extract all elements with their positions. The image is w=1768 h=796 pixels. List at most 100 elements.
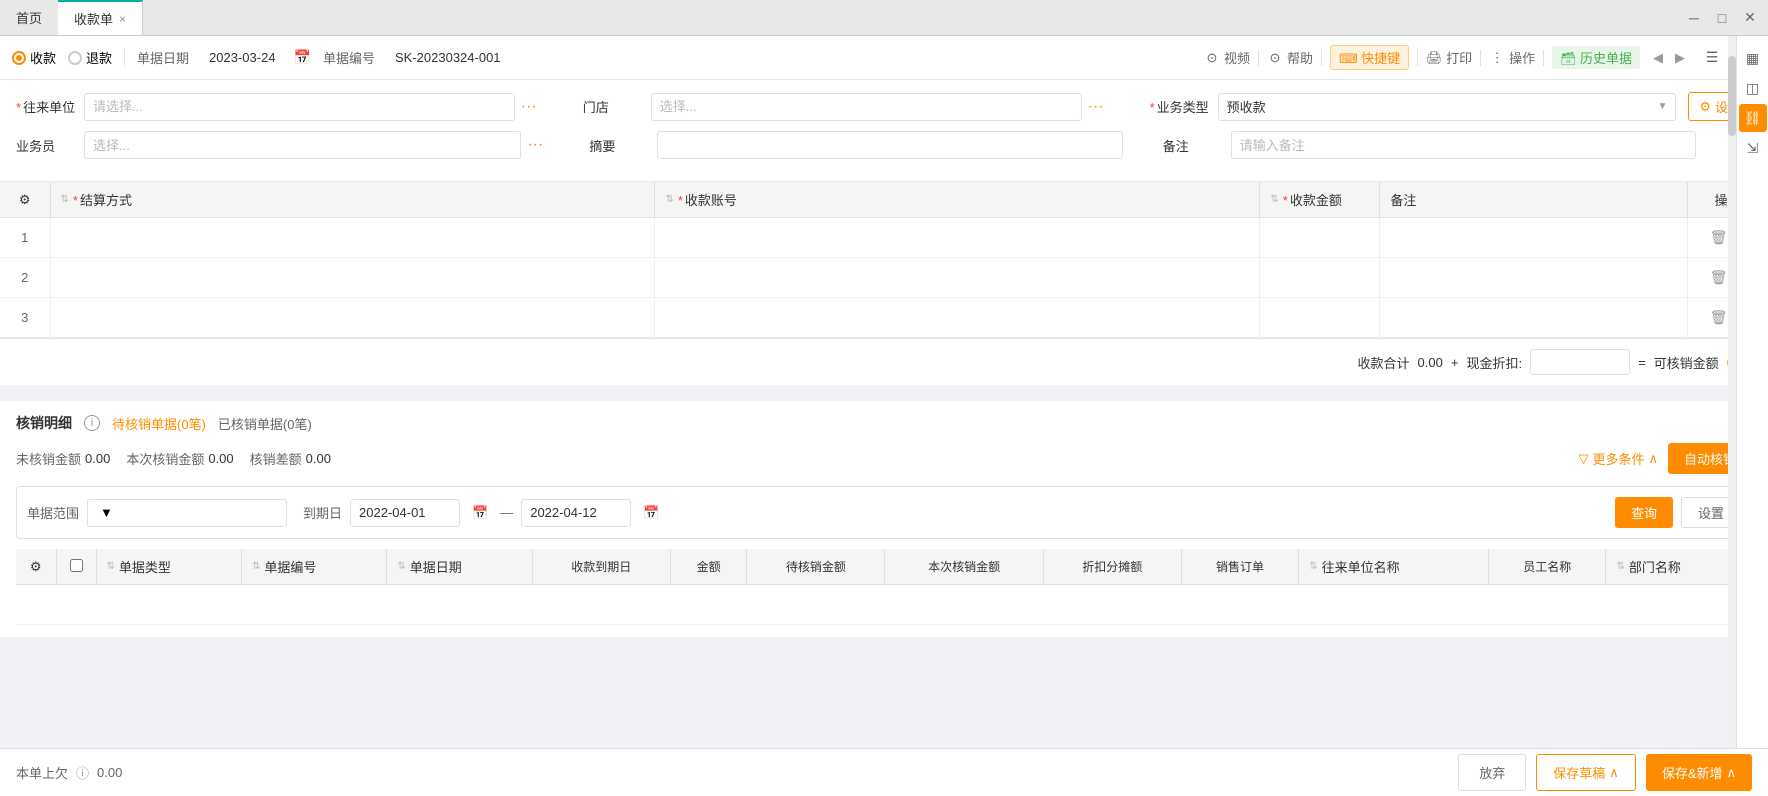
row-settlement-3[interactable] xyxy=(50,298,655,338)
bottom-col-amount: 金额 xyxy=(670,549,747,585)
nav-prev-btn[interactable]: ◀ xyxy=(1648,48,1668,68)
balance-info-icon[interactable]: ⓘ xyxy=(76,763,89,782)
sidebar-icon-1[interactable]: ▦ xyxy=(1739,44,1767,72)
row-amount-2[interactable] xyxy=(1260,258,1380,298)
verify-tab-done[interactable]: 已核销单据(0笔) xyxy=(218,414,312,433)
print-icon: 🖨 xyxy=(1426,50,1442,66)
sidebar-icon-3[interactable]: ⛓ xyxy=(1739,104,1767,132)
staff-input[interactable] xyxy=(84,131,521,159)
close-button[interactable]: ✕ xyxy=(1740,8,1760,28)
col-remark-header: 备注 xyxy=(1380,182,1688,218)
discount-label: 现金折扣: xyxy=(1466,353,1522,372)
row-settlement-1[interactable] xyxy=(50,218,655,258)
doc-date-value: 2023-03-24 xyxy=(209,50,276,65)
row-account-2[interactable] xyxy=(655,258,1260,298)
col-settings-header[interactable]: ⚙ xyxy=(0,182,50,218)
radio-shoukuan[interactable]: 收款 xyxy=(12,48,56,67)
discount-input[interactable] xyxy=(1530,349,1630,375)
bottom-col-due-date: 收款到期日 xyxy=(532,549,670,585)
maximize-button[interactable]: □ xyxy=(1712,8,1732,28)
calendar-icon-from[interactable]: 📅 xyxy=(468,505,492,521)
counterparty-more-icon[interactable]: ··· xyxy=(515,98,543,116)
row-no-2: 2 xyxy=(0,258,50,298)
due-date-label: 到期日 xyxy=(303,503,342,522)
row-remark-2[interactable] xyxy=(1380,258,1688,298)
abandon-btn[interactable]: 放弃 xyxy=(1458,754,1526,791)
calendar-icon-to[interactable]: 📅 xyxy=(639,505,663,521)
data-table-container: ⚙ ⇅ 结算方式 ⇅ 收款账号 ⇅ 收 xyxy=(0,182,1768,393)
tab-home[interactable]: 首页 xyxy=(0,0,58,35)
save-new-btn[interactable]: 保存&新增 ∧ xyxy=(1646,754,1752,791)
bottom-col-settings[interactable]: ⚙ xyxy=(16,549,56,585)
nav-next-btn[interactable]: ▶ xyxy=(1670,48,1690,68)
list-view-btn[interactable]: ☰ xyxy=(1698,44,1726,72)
store-more-icon[interactable]: ··· xyxy=(1082,98,1110,116)
verify-section: 核销明细 i 待核销单据(0笔) 已核销单据(0笔) 未核销金额 0.00 本次… xyxy=(0,401,1768,637)
remark-input[interactable] xyxy=(1231,131,1696,159)
sum-value: 0.00 xyxy=(1418,355,1443,370)
staff-more-icon[interactable]: ··· xyxy=(521,136,549,154)
select-all-checkbox[interactable] xyxy=(70,559,83,572)
doc-date-calendar-icon[interactable]: 📅 xyxy=(294,49,311,66)
biz-type-select[interactable]: 预收款 ▼ xyxy=(1218,93,1677,121)
search-range-chevron: ▼ xyxy=(100,505,113,520)
save-draft-btn[interactable]: 保存草稿 ∧ xyxy=(1536,754,1636,791)
row-delete-btn-3[interactable]: 🗑 xyxy=(1710,309,1728,326)
col-account-header: ⇅ 收款账号 xyxy=(655,182,1260,218)
verify-tab-pending[interactable]: 待核销单据(0笔) xyxy=(112,414,206,433)
row-amount-3[interactable] xyxy=(1260,298,1380,338)
unverified-stat: 未核销金额 0.00 xyxy=(16,449,110,468)
tab-active[interactable]: 收款单 × xyxy=(58,0,143,35)
print-btn[interactable]: 🖨 打印 xyxy=(1426,48,1472,67)
minimize-button[interactable]: ─ xyxy=(1684,8,1704,28)
verify-info-icon[interactable]: i xyxy=(84,415,100,431)
counterparty-input[interactable] xyxy=(84,93,515,121)
history-btn[interactable]: 🗃 历史单据 xyxy=(1552,46,1640,69)
row-remark-3[interactable] xyxy=(1380,298,1688,338)
video-btn[interactable]: ⊙ 视频 xyxy=(1204,48,1250,67)
toolbar-sep-1 xyxy=(124,48,125,68)
sidebar-icon-2[interactable]: ◫ xyxy=(1739,74,1767,102)
row-no-3: 3 xyxy=(0,298,50,338)
sidebar-icon-4[interactable]: ⇲ xyxy=(1739,134,1767,162)
query-btn[interactable]: 查询 xyxy=(1615,497,1673,528)
radio-shoukuan-label: 收款 xyxy=(30,48,56,67)
table-row: 3 🗑 ⊕ xyxy=(0,298,1768,338)
page-footer: 本单上欠 ⓘ 0.00 放弃 保存草稿 ∧ 保存&新增 ∧ xyxy=(0,748,1768,796)
summary-input[interactable] xyxy=(657,131,1122,159)
row-remark-1[interactable] xyxy=(1380,218,1688,258)
row-delete-btn-2[interactable]: 🗑 xyxy=(1710,269,1728,286)
footer-right: 放弃 保存草稿 ∧ 保存&新增 ∧ xyxy=(1458,754,1752,791)
col-amount-header: ⇅ 收款金额 xyxy=(1260,182,1380,218)
doc-no-label: 单据编号 xyxy=(323,48,375,67)
bottom-table: ⚙ ⇅单据类型 ⇅单据编号 ⇅单据日期 收款到期日 金额 xyxy=(16,549,1752,625)
verify-header: 核销明细 i 待核销单据(0笔) 已核销单据(0笔) xyxy=(16,413,1752,433)
row-account-3[interactable] xyxy=(655,298,1260,338)
radio-shoukuan-dot xyxy=(12,51,26,65)
date-to-input[interactable] xyxy=(521,499,631,527)
tab-close-icon[interactable]: × xyxy=(119,12,126,26)
help-btn[interactable]: ⊙ 帮助 xyxy=(1267,48,1313,67)
available-label: 可核销金额 xyxy=(1654,353,1719,372)
operate-icon: ⋮ xyxy=(1489,50,1505,66)
shortcut-btn[interactable]: ⌨ 快捷键 xyxy=(1330,45,1409,70)
scrollbar[interactable] xyxy=(1728,36,1736,748)
more-conditions-btn[interactable]: ▽ 更多条件 ∧ xyxy=(1578,449,1658,468)
row-amount-1[interactable] xyxy=(1260,218,1380,258)
verify-title: 核销明细 xyxy=(16,413,72,433)
balance-value: 0.00 xyxy=(97,765,122,780)
bottom-col-checkbox[interactable] xyxy=(56,549,96,585)
radio-tuikuan[interactable]: 退款 xyxy=(68,48,112,67)
row-settlement-2[interactable] xyxy=(50,258,655,298)
store-input[interactable] xyxy=(651,93,1082,121)
search-range-select[interactable]: ▼ xyxy=(87,499,287,527)
diff-label: 核销差额 xyxy=(250,449,302,468)
row-account-1[interactable] xyxy=(655,218,1260,258)
operate-btn[interactable]: ⋮ 操作 xyxy=(1489,48,1535,67)
search-range-field: 单据范围 ▼ xyxy=(27,499,287,527)
scrollbar-thumb[interactable] xyxy=(1728,56,1736,136)
date-from-input[interactable] xyxy=(350,499,460,527)
filter-icon: ▽ xyxy=(1578,451,1588,467)
row-delete-btn-1[interactable]: 🗑 xyxy=(1710,229,1728,246)
table-row: 2 🗑 ⊕ xyxy=(0,258,1768,298)
